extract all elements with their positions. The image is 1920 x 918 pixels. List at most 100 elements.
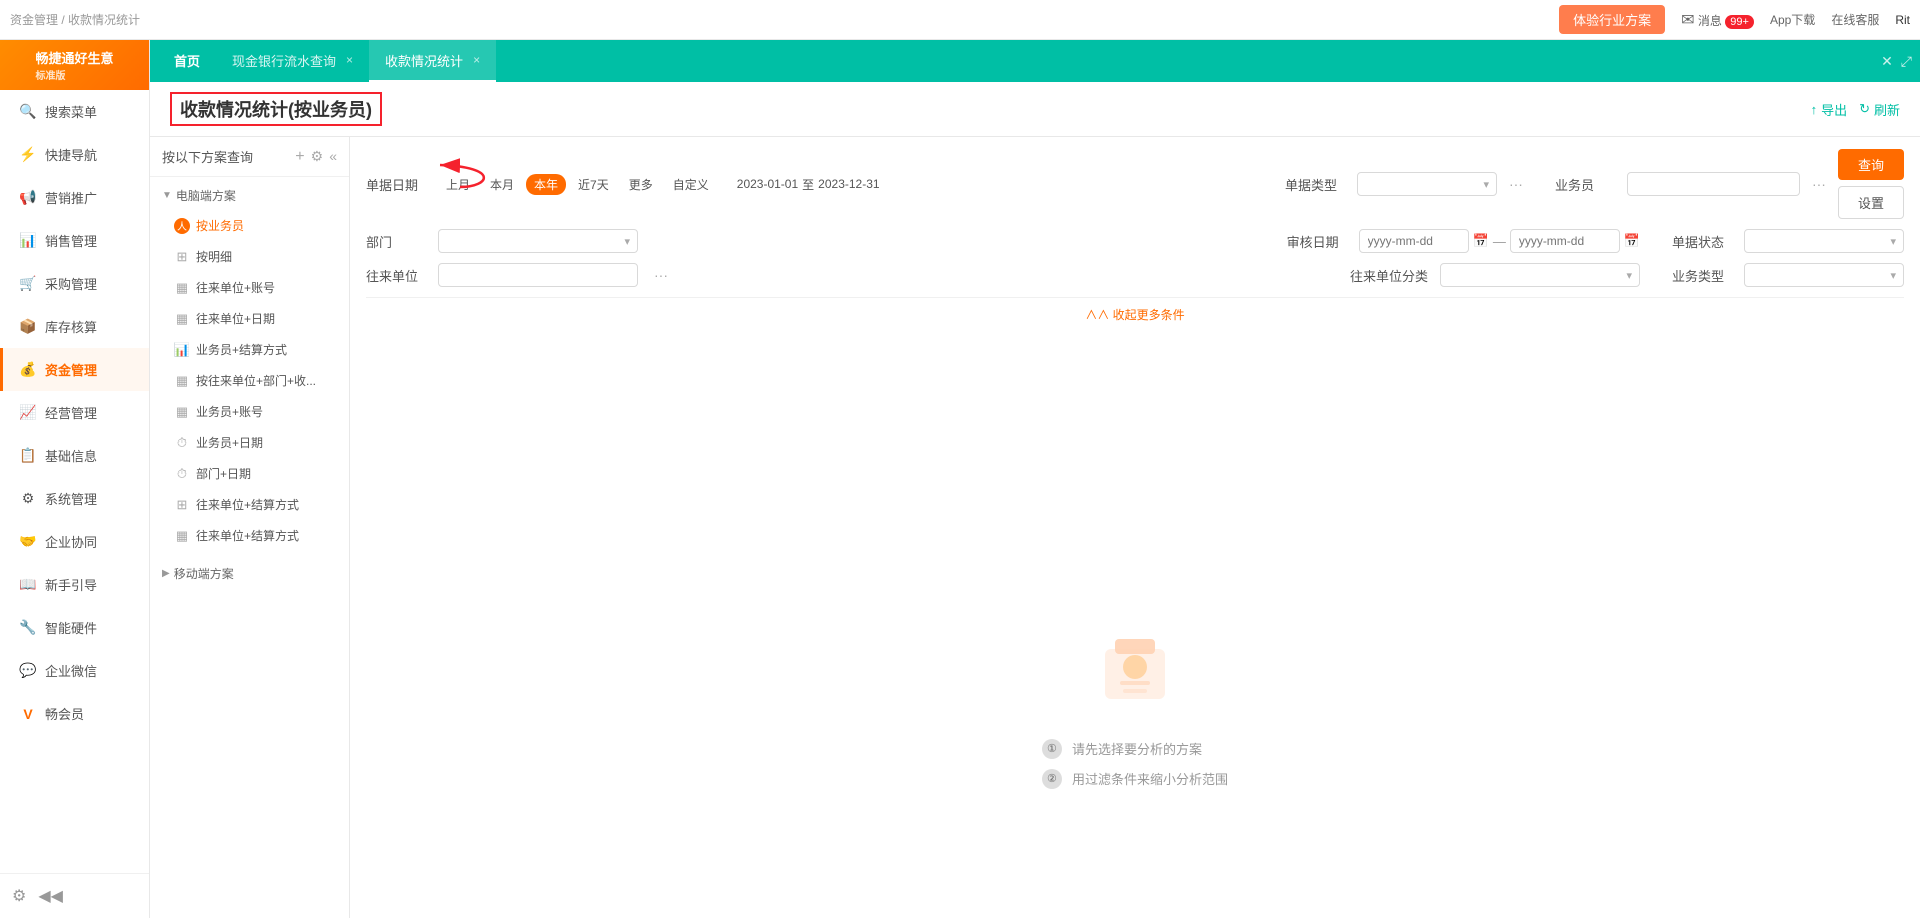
review-date-label: 审核日期 [1287, 232, 1347, 251]
sidebar-item-quicknav[interactable]: ⚡ 快捷导航 [0, 133, 149, 176]
sales-icon: 📊 [19, 232, 37, 250]
sidebar-item-guide[interactable]: 📖 新手引导 [0, 563, 149, 606]
sidebar-item-vip[interactable]: V 畅会员 [0, 692, 149, 735]
query-btn[interactable]: 查询 [1838, 149, 1904, 180]
collapse-bar[interactable]: ∧∧ 收起更多条件 [366, 297, 1904, 331]
scheme-item-unit-date[interactable]: ▦ 往来单位+日期 [150, 303, 349, 334]
sidebar-item-purchase[interactable]: 🛒 采购管理 [0, 262, 149, 305]
scheme-group-pc: ▼ 电脑端方案 人 按业务员 ⊞ 按明细 ▦ [150, 177, 349, 555]
tab-collection-stats-close[interactable]: × [473, 53, 480, 67]
business-type-wrap [1744, 263, 1904, 287]
scheme-item-unit-settle2[interactable]: ▦ 往来单位+结算方式 [150, 520, 349, 551]
scheme-item-unit-account[interactable]: ▦ 往来单位+账号 [150, 272, 349, 303]
vip-icon: V [19, 705, 37, 723]
date-tab-this-month[interactable]: 本月 [482, 174, 522, 195]
dept-select[interactable] [438, 229, 638, 253]
sidebar: 畅捷通好生意 标准版 🔍 搜索菜单 ⚡ 快捷导航 📢 营销推广 📊 销售管理 🛒… [0, 40, 150, 918]
dept-select-wrap [438, 229, 638, 253]
set-btn[interactable]: 设置 [1838, 186, 1904, 219]
date-tab-more[interactable]: 更多 [621, 174, 661, 195]
scheme-setting-icon[interactable]: ⚙ [311, 148, 324, 166]
scheme-item-unit-dept[interactable]: ▦ 按往来单位+部门+收... [150, 365, 349, 396]
scheme-item-by-salesperson[interactable]: 人 按业务员 [150, 210, 349, 241]
date-tab-this-year[interactable]: 本年 [526, 174, 566, 195]
sidebar-item-sales[interactable]: 📊 销售管理 [0, 219, 149, 262]
user-name[interactable]: Rit [1895, 13, 1910, 27]
scheme-item-label-dept-date: 部门+日期 [196, 465, 251, 482]
sidebar-item-label-basic: 基础信息 [45, 446, 97, 465]
sidebar-item-system[interactable]: ⚙ 系统管理 [0, 477, 149, 520]
scheme-header-left: 按以下方案查询 [162, 147, 253, 166]
date-tab-custom[interactable]: 自定义 [665, 174, 717, 195]
date-tab-last-month[interactable]: 上月 [438, 174, 478, 195]
scheme-group-pc-header[interactable]: ▼ 电脑端方案 [150, 181, 349, 210]
settings-bottom-icon[interactable]: ⚙ [12, 886, 26, 906]
business-type-select[interactable] [1744, 263, 1904, 287]
filter-row-3: 往来单位 ··· 往来单位分类 业务类型 [366, 263, 1904, 287]
date-to-value: 2023-12-31 [818, 177, 879, 191]
voucher-type-select[interactable] [1357, 172, 1497, 196]
cal-to-icon[interactable]: 📅 [1624, 233, 1640, 249]
scheme-item-label-salesperson-date: 业务员+日期 [196, 434, 263, 451]
scheme-add-icon[interactable]: + [295, 148, 304, 166]
collapse-label: 收起更多条件 [1113, 308, 1185, 322]
tab-expand-icon[interactable]: ⤢ [1901, 53, 1912, 70]
scheme-item-salesperson-account[interactable]: ▦ 业务员+账号 [150, 396, 349, 427]
quicknav-icon: ⚡ [19, 146, 37, 164]
salesperson-input[interactable] [1627, 172, 1800, 196]
scheme-collapse-icon[interactable]: « [329, 148, 337, 166]
scheme-item-detail[interactable]: ⊞ 按明细 [150, 241, 349, 272]
scheme-group-mobile-header[interactable]: ▶ 移动端方案 [150, 559, 349, 588]
online-service[interactable]: 在线客服 [1831, 11, 1879, 28]
filter-btn-group: 查询 设置 [1838, 149, 1904, 219]
counterpart-input[interactable] [438, 263, 638, 287]
review-date-from[interactable] [1359, 229, 1469, 253]
sidebar-item-label-finance: 资金管理 [45, 360, 97, 379]
refresh-btn[interactable]: ↻ 刷新 [1859, 100, 1900, 119]
tab-bar-actions: ✕ ⤢ [1881, 40, 1912, 82]
tab-bank-flow-close[interactable]: × [346, 53, 353, 67]
scheme-item-salesperson-date[interactable]: ⏱ 业务员+日期 [150, 427, 349, 458]
sidebar-item-business[interactable]: 📈 经营管理 [0, 391, 149, 434]
sidebar-item-basic[interactable]: 📋 基础信息 [0, 434, 149, 477]
app-download[interactable]: App下载 [1770, 11, 1815, 28]
messages[interactable]: ✉ 消息 99+ [1681, 10, 1754, 30]
voucher-status-select[interactable] [1744, 229, 1904, 253]
system-icon: ⚙ [19, 490, 37, 508]
voucher-type-more[interactable]: ··· [1509, 176, 1523, 192]
scheme-item-dept-date[interactable]: ⏱ 部门+日期 [150, 458, 349, 489]
salesperson-date-icon: ⏱ [174, 435, 190, 451]
mobile-group-label: 移动端方案 [174, 565, 234, 582]
page-title: 收款情况统计(按业务员) [170, 92, 382, 126]
scheme-item-label-salesperson: 按业务员 [196, 217, 244, 234]
sidebar-item-collab[interactable]: 🤝 企业协同 [0, 520, 149, 563]
collapse-sidebar-icon[interactable]: ◀◀ [38, 886, 63, 906]
basic-icon: 📋 [19, 447, 37, 465]
tab-home[interactable]: 首页 [158, 40, 216, 82]
scheme-item-salesperson-settlement[interactable]: 📊 业务员+结算方式 [150, 334, 349, 365]
tab-close-all-icon[interactable]: ✕ [1881, 53, 1893, 70]
sidebar-item-label-purchase: 采购管理 [45, 274, 97, 293]
sidebar-item-search[interactable]: 🔍 搜索菜单 [0, 90, 149, 133]
counterpart-cat-select[interactable] [1440, 263, 1640, 287]
trial-btn[interactable]: 体验行业方案 [1559, 5, 1665, 34]
dept-date-icon: ⏱ [174, 466, 190, 482]
pc-group-label: 电脑端方案 [176, 187, 236, 204]
sidebar-item-wechat[interactable]: 💬 企业微信 [0, 649, 149, 692]
tab-bank-flow[interactable]: 现金银行流水查询 × [216, 40, 369, 82]
date-tab-7days[interactable]: 近7天 [570, 174, 617, 195]
review-date-to[interactable] [1510, 229, 1620, 253]
sidebar-item-finance[interactable]: 💰 资金管理 [0, 348, 149, 391]
sidebar-item-marketing[interactable]: 📢 营销推广 [0, 176, 149, 219]
sidebar-item-inventory[interactable]: 📦 库存核算 [0, 305, 149, 348]
sidebar-item-hardware[interactable]: 🔧 智能硬件 [0, 606, 149, 649]
salesperson-more[interactable]: ··· [1812, 176, 1826, 192]
cal-from-icon[interactable]: 📅 [1473, 233, 1489, 249]
scheme-item-unit-settle1[interactable]: ⊞ 往来单位+结算方式 [150, 489, 349, 520]
counterpart-more-icon[interactable]: ··· [654, 267, 668, 283]
finance-icon: 💰 [19, 361, 37, 379]
review-date-wrap: 📅 — 📅 [1359, 229, 1640, 253]
export-btn[interactable]: ↑ 导出 [1811, 100, 1848, 119]
sidebar-item-label-vip: 畅会员 [45, 704, 84, 723]
tab-collection-stats[interactable]: 收款情况统计 × [369, 40, 496, 82]
